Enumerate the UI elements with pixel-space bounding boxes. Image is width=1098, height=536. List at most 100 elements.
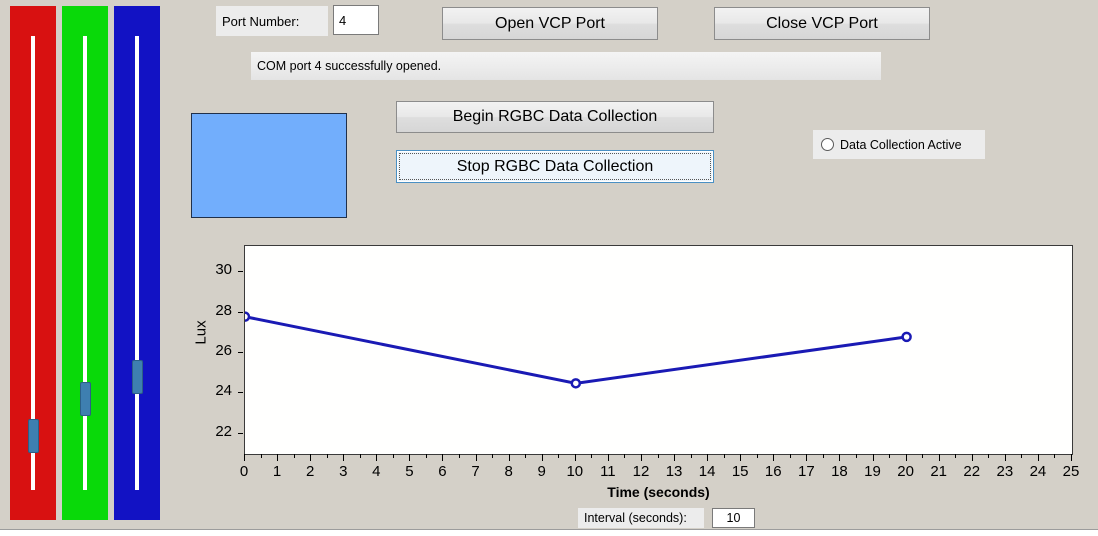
- slider-blue-thumb[interactable]: [132, 359, 143, 394]
- chart-x-minor-tick-mark: [690, 454, 692, 458]
- chart-x-tick-label: 22: [963, 463, 981, 480]
- chart-y-tick-label: 24: [215, 382, 232, 400]
- chart-x-tick-label: 14: [698, 463, 716, 480]
- chart-x-tick-label: 10: [566, 463, 584, 480]
- chart-x-minor-tick-mark: [789, 454, 791, 458]
- chart-x-tick-label: 11: [600, 463, 616, 480]
- chart-x-minor-tick-mark: [822, 454, 824, 458]
- application-window: Port Number: 4 Open VCP Port Close VCP P…: [0, 0, 1098, 536]
- chart-x-tick-mark: [541, 454, 543, 461]
- chart-x-minor-tick-mark: [525, 454, 527, 458]
- chart-x-tick-mark: [773, 454, 775, 461]
- chart-x-minor-tick-mark: [293, 454, 295, 458]
- chart-x-tick-mark: [971, 454, 973, 461]
- chart-x-tick-label: 6: [438, 463, 447, 480]
- chart-x-tick-label: 21: [930, 463, 948, 480]
- chart-x-minor-tick-mark: [392, 454, 394, 458]
- chart-x-tick-label: 17: [798, 463, 815, 480]
- chart-plot-area: [239, 245, 1073, 455]
- chart-x-tick-label: 3: [339, 463, 348, 480]
- close-vcp-port-button[interactable]: Close VCP Port: [714, 7, 930, 40]
- chart-y-tick-label: 26: [215, 342, 232, 360]
- chart-data-point: [239, 311, 251, 322]
- chart-x-tick-mark: [343, 454, 345, 461]
- data-collection-active-indicator[interactable]: Data Collection Active: [813, 130, 985, 159]
- chart-x-tick-mark: [707, 454, 709, 461]
- chart-x-tick-mark: [740, 454, 742, 461]
- chart-y-tick-mark: [238, 432, 243, 434]
- window-bottom-edge: [0, 529, 1098, 536]
- chart-y-tick-label: 28: [215, 301, 232, 319]
- slider-green-track: [83, 36, 87, 490]
- chart-x-tick-mark: [508, 454, 510, 461]
- chart-x-tick-mark: [872, 454, 874, 461]
- port-number-label: Port Number:: [216, 6, 328, 36]
- chart-x-minor-tick-mark: [459, 454, 461, 458]
- status-message: COM port 4 successfully opened.: [251, 52, 881, 80]
- chart-x-minor-tick-mark: [425, 454, 427, 458]
- chart-y-tick-mark: [238, 352, 243, 354]
- chart-x-tick-mark: [806, 454, 808, 461]
- chart-x-tick-label: 9: [537, 463, 546, 480]
- chart-x-tick-label: 24: [1029, 463, 1047, 480]
- slider-green-thumb[interactable]: [80, 382, 91, 417]
- chart-x-minor-tick-mark: [591, 454, 593, 458]
- chart-x-tick-mark: [1071, 454, 1072, 461]
- chart-x-minor-tick-mark: [1021, 454, 1023, 458]
- chart-x-tick-mark: [674, 454, 676, 461]
- begin-data-collection-button[interactable]: Begin RGBC Data Collection: [396, 101, 714, 133]
- chart-y-tick-label: 30: [215, 261, 232, 279]
- chart-x-minor-tick-mark: [326, 454, 328, 458]
- chart-x-minor-tick-mark: [922, 454, 924, 458]
- chart-x-tick-label: 13: [665, 463, 683, 480]
- chart-x-minor-tick-mark: [624, 454, 626, 458]
- chart-x-minor-tick-mark: [855, 454, 857, 458]
- chart-x-tick-mark: [1004, 454, 1006, 461]
- chart-x-tick-mark: [574, 454, 576, 461]
- chart-x-minor-tick-mark: [260, 454, 262, 458]
- slider-blue-track: [135, 36, 139, 490]
- chart-x-minor-tick-mark: [359, 454, 361, 458]
- slider-red[interactable]: [10, 6, 56, 520]
- chart-x-tick-mark: [475, 454, 477, 461]
- chart-x-minor-tick-mark: [955, 454, 957, 458]
- chart-y-tick-mark: [238, 271, 243, 273]
- chart-y-tick-mark: [238, 311, 243, 313]
- lux-time-chart: Lux 22 24 26 28 30 0 1 2 3 4 5 6 7 8 9 10 11 12 13 14 15 16 1…: [185, 238, 1085, 528]
- chart-x-tick-label: 12: [632, 463, 650, 480]
- chart-x-tick-label: 7: [471, 463, 480, 480]
- chart-x-tick-mark: [277, 454, 279, 461]
- chart-x-tick-mark: [244, 454, 245, 461]
- chart-x-minor-tick-mark: [756, 454, 758, 458]
- interval-label: Interval (seconds):: [578, 508, 704, 528]
- chart-x-minor-tick-mark: [558, 454, 560, 458]
- slider-red-thumb[interactable]: [28, 418, 39, 453]
- chart-x-tick-mark: [905, 454, 907, 461]
- chart-x-tick-label: 16: [764, 463, 782, 480]
- chart-line-series: [244, 315, 907, 385]
- chart-x-tick-mark: [310, 454, 312, 461]
- chart-x-tick-mark: [640, 454, 642, 461]
- open-vcp-port-button[interactable]: Open VCP Port: [442, 7, 658, 40]
- chart-x-tick-label: 1: [272, 463, 282, 480]
- slider-green[interactable]: [62, 6, 108, 520]
- chart-series-svg: [239, 311, 912, 389]
- interval-input[interactable]: 10: [712, 508, 755, 528]
- stop-data-collection-button[interactable]: Stop RGBC Data Collection: [396, 150, 714, 183]
- chart-x-tick-label: 0: [239, 463, 249, 480]
- chart-x-tick-mark: [839, 454, 841, 461]
- chart-y-tick-mark: [238, 392, 243, 394]
- chart-x-tick-mark: [442, 454, 444, 461]
- slider-blue[interactable]: [114, 6, 160, 520]
- radio-circle-icon: [821, 138, 834, 151]
- chart-x-minor-tick-mark: [492, 454, 494, 458]
- data-collection-active-label: Data Collection Active: [840, 137, 962, 152]
- chart-x-minor-tick-mark: [657, 454, 659, 458]
- port-number-input[interactable]: 4: [333, 5, 379, 35]
- chart-x-tick-label: 18: [831, 463, 848, 480]
- chart-x-minor-tick-mark: [889, 454, 891, 458]
- stop-data-collection-label: Stop RGBC Data Collection: [456, 157, 654, 175]
- chart-x-tick-mark: [376, 454, 378, 461]
- chart-x-tick-label: 19: [864, 463, 881, 480]
- chart-x-tick-label: 2: [305, 463, 315, 480]
